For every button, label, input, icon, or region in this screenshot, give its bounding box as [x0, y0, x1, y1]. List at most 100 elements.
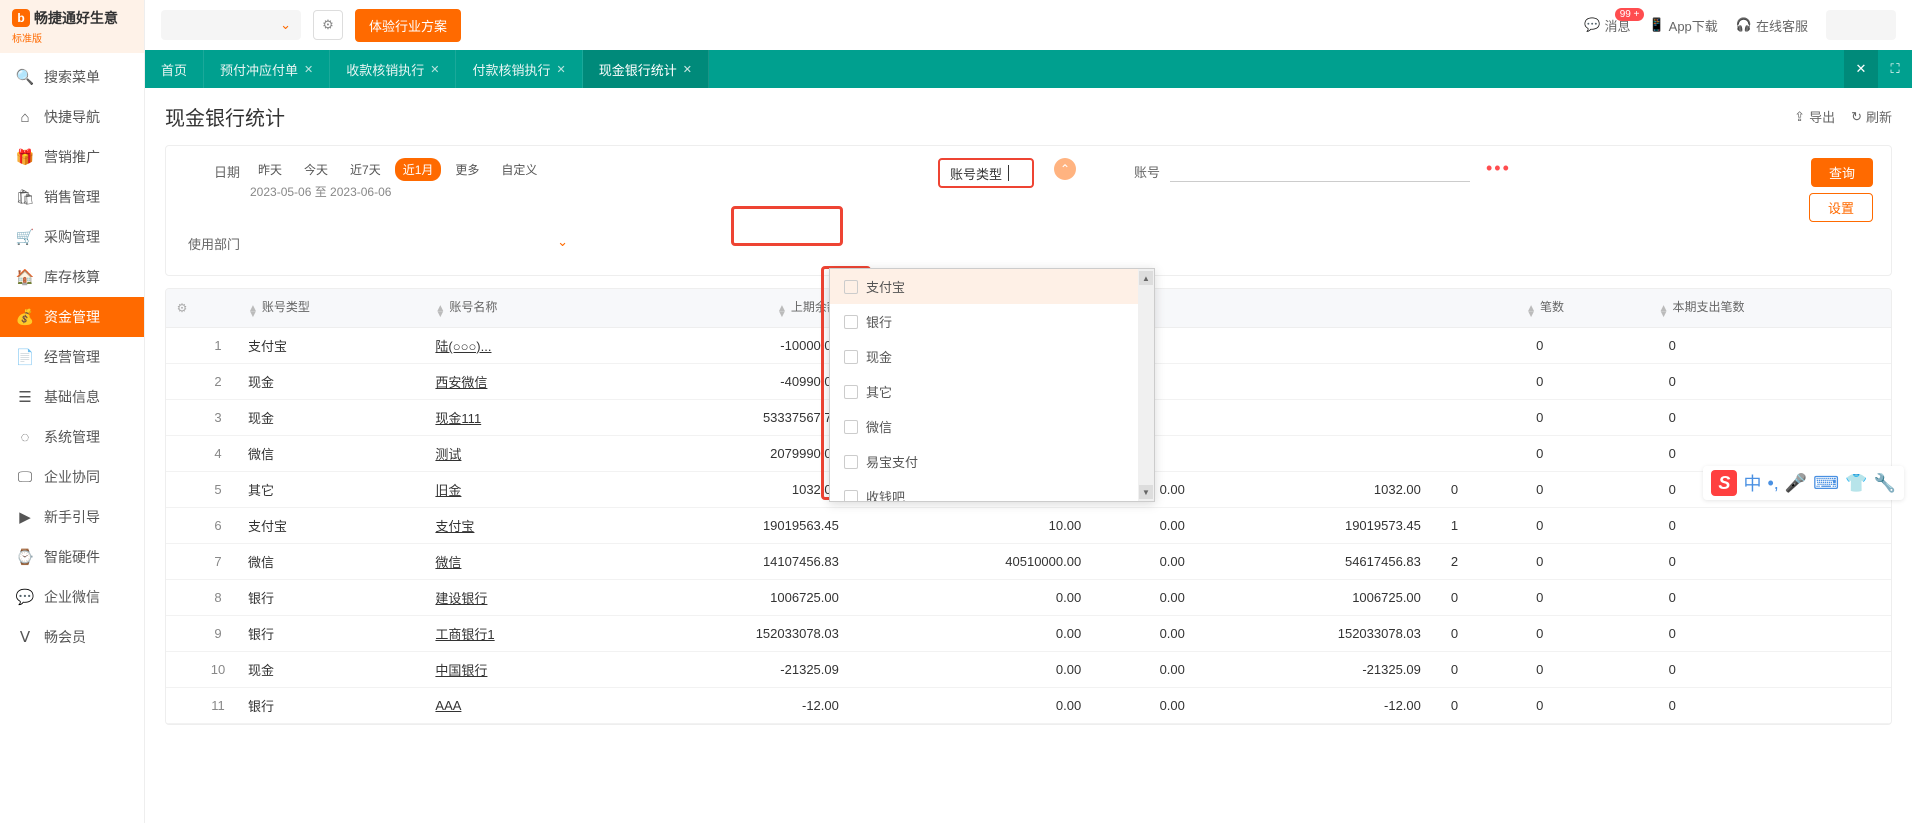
scroll-up-button[interactable]: ▲: [1139, 271, 1153, 285]
tab-fullscreen-button[interactable]: ⛶: [1878, 50, 1912, 88]
dropdown-option-微信[interactable]: 微信: [830, 409, 1138, 444]
cell-name-link[interactable]: 旧金: [425, 472, 612, 508]
app-download-button[interactable]: 📱 App下载: [1648, 16, 1717, 35]
collapse-filter-button[interactable]: ⌃: [1054, 158, 1076, 180]
settings-gear-button[interactable]: ⚙: [313, 10, 343, 40]
cell-type: 银行: [238, 616, 425, 652]
query-button[interactable]: 查询: [1811, 158, 1873, 187]
support-button[interactable]: 🎧 在线客服: [1736, 16, 1808, 35]
sidebar-item-经营管理[interactable]: 📄经营管理: [0, 337, 144, 377]
app-edition: 标准版: [12, 30, 132, 45]
dropdown-option-其它[interactable]: 其它: [830, 374, 1138, 409]
cell-c1: 0: [1516, 544, 1649, 580]
messages-badge: 99 +: [1615, 8, 1645, 21]
sidebar-item-智能硬件[interactable]: ⌚智能硬件: [0, 537, 144, 577]
sogou-icon[interactable]: S: [1711, 470, 1737, 496]
account-type-select[interactable]: 账号类型: [938, 158, 1034, 188]
refresh-icon: ↻: [1851, 109, 1862, 125]
sidebar-item-系统管理[interactable]: ◌系统管理: [0, 417, 144, 457]
ime-tool-icon[interactable]: 🔧: [1874, 473, 1896, 494]
sidebar-item-销售管理[interactable]: 🛍销售管理: [0, 177, 144, 217]
org-selector[interactable]: ⌄: [161, 10, 301, 40]
sidebar-item-快捷导航[interactable]: ⌂快捷导航: [0, 97, 144, 137]
cell-type: 现金: [238, 400, 425, 436]
sidebar-item-库存核算[interactable]: 🏠库存核算: [0, 257, 144, 297]
cell-h2: 19019573.45: [1195, 508, 1431, 544]
cell-name-link[interactable]: 工商银行1: [425, 616, 612, 652]
user-avatar[interactable]: [1826, 10, 1896, 40]
column-header[interactable]: ▲▼本期支出笔数: [1649, 289, 1891, 328]
dept-select[interactable]: ⌄: [250, 230, 570, 255]
cell-name-link[interactable]: 支付宝: [425, 508, 612, 544]
column-header[interactable]: [1195, 289, 1431, 328]
cell-cnt: [1431, 364, 1516, 400]
dropdown-option-银行[interactable]: 银行: [830, 304, 1138, 339]
sidebar-item-label: 企业微信: [44, 587, 100, 607]
ime-lang-button[interactable]: 中: [1743, 470, 1761, 496]
sidebar-item-新手引导[interactable]: ▶新手引导: [0, 497, 144, 537]
cell-h1: 0.00: [1091, 508, 1195, 544]
sidebar-item-企业协同[interactable]: 🖵企业协同: [0, 457, 144, 497]
cell-name-link[interactable]: 微信: [425, 544, 612, 580]
scroll-down-button[interactable]: ▼: [1139, 485, 1153, 499]
ime-mic-icon[interactable]: 🎤: [1785, 473, 1807, 494]
cell-name-link[interactable]: 中国银行: [425, 652, 612, 688]
sidebar-item-畅会员[interactable]: Ⅴ畅会员: [0, 617, 144, 657]
settings-button[interactable]: 设置: [1809, 193, 1873, 222]
close-icon[interactable]: ✕: [683, 63, 692, 76]
ime-skin-icon[interactable]: 👕: [1845, 473, 1867, 494]
cell-h2: [1195, 364, 1431, 400]
try-industry-button[interactable]: 体验行业方案: [355, 9, 461, 42]
dropdown-option-收钱吧[interactable]: 收钱吧: [830, 479, 1138, 501]
close-icon[interactable]: ✕: [304, 63, 313, 76]
sidebar-item-基础信息[interactable]: ☰基础信息: [0, 377, 144, 417]
messages-button[interactable]: 💬 消息 99 +: [1584, 16, 1630, 35]
logo-area: b 畅捷通好生意 标准版: [0, 0, 144, 53]
export-button[interactable]: ⇪ 导出: [1794, 107, 1835, 126]
column-header[interactable]: ▲▼账号类型: [238, 289, 425, 328]
side-nav: 🔍搜索菜单⌂快捷导航🎁营销推广🛍销售管理🛒采购管理🏠库存核算💰资金管理📄经营管理…: [0, 53, 144, 657]
tab-close-all-button[interactable]: ✕: [1844, 50, 1878, 88]
cell-name-link[interactable]: 测试: [425, 436, 612, 472]
dropdown-scrollbar[interactable]: ▲ ▼: [1138, 269, 1154, 501]
date-chip-今天[interactable]: 今天: [296, 158, 336, 181]
tab-预付冲应付单[interactable]: 预付冲应付单✕: [204, 50, 330, 88]
more-options-button[interactable]: •••: [1480, 158, 1517, 179]
column-header[interactable]: ▲▼上期余额: [613, 289, 849, 328]
dropdown-option-现金[interactable]: 现金: [830, 339, 1138, 374]
tab-收款核销执行[interactable]: 收款核销执行✕: [330, 50, 456, 88]
tab-付款核销执行[interactable]: 付款核销执行✕: [456, 50, 582, 88]
tab-首页[interactable]: 首页: [145, 50, 204, 88]
date-chip-更多[interactable]: 更多: [447, 158, 487, 181]
tab-现金银行统计[interactable]: 现金银行统计✕: [583, 50, 709, 88]
close-icon[interactable]: ✕: [430, 63, 439, 76]
sidebar-item-资金管理[interactable]: 💰资金管理: [0, 297, 144, 337]
sidebar-item-采购管理[interactable]: 🛒采购管理: [0, 217, 144, 257]
cell-name-link[interactable]: 陆(○○○)...: [425, 328, 612, 364]
dropdown-option-支付宝[interactable]: 支付宝: [830, 269, 1138, 304]
cell-c1: 0: [1516, 688, 1649, 724]
cell-name-link[interactable]: 现金111: [425, 400, 612, 436]
column-header[interactable]: [1431, 289, 1516, 328]
cell-cnt: [1431, 436, 1516, 472]
gear-column-header[interactable]: ⚙: [166, 289, 198, 328]
ime-keyboard-icon[interactable]: ⌨: [1813, 473, 1839, 494]
cell-name-link[interactable]: 西安微信: [425, 364, 612, 400]
sidebar-item-营销推广[interactable]: 🎁营销推广: [0, 137, 144, 177]
ime-punct-icon[interactable]: •,: [1767, 473, 1778, 494]
dropdown-option-label: 易宝支付: [866, 452, 918, 471]
column-header[interactable]: ▲▼笔数: [1516, 289, 1649, 328]
cell-name-link[interactable]: 建设银行: [425, 580, 612, 616]
date-chip-自定义[interactable]: 自定义: [493, 158, 545, 181]
date-chip-近1月[interactable]: 近1月: [395, 158, 442, 181]
cell-name-link[interactable]: AAA: [425, 688, 612, 724]
date-chip-近7天[interactable]: 近7天: [342, 158, 389, 181]
close-icon[interactable]: ✕: [557, 63, 566, 76]
sidebar-item-企业微信[interactable]: 💬企业微信: [0, 577, 144, 617]
column-header[interactable]: ▲▼账号名称: [425, 289, 612, 328]
dropdown-option-易宝支付[interactable]: 易宝支付: [830, 444, 1138, 479]
refresh-button[interactable]: ↻ 刷新: [1851, 107, 1892, 126]
date-chip-昨天[interactable]: 昨天: [250, 158, 290, 181]
account-input[interactable]: [1170, 158, 1470, 182]
sidebar-item-搜索菜单[interactable]: 🔍搜索菜单: [0, 57, 144, 97]
